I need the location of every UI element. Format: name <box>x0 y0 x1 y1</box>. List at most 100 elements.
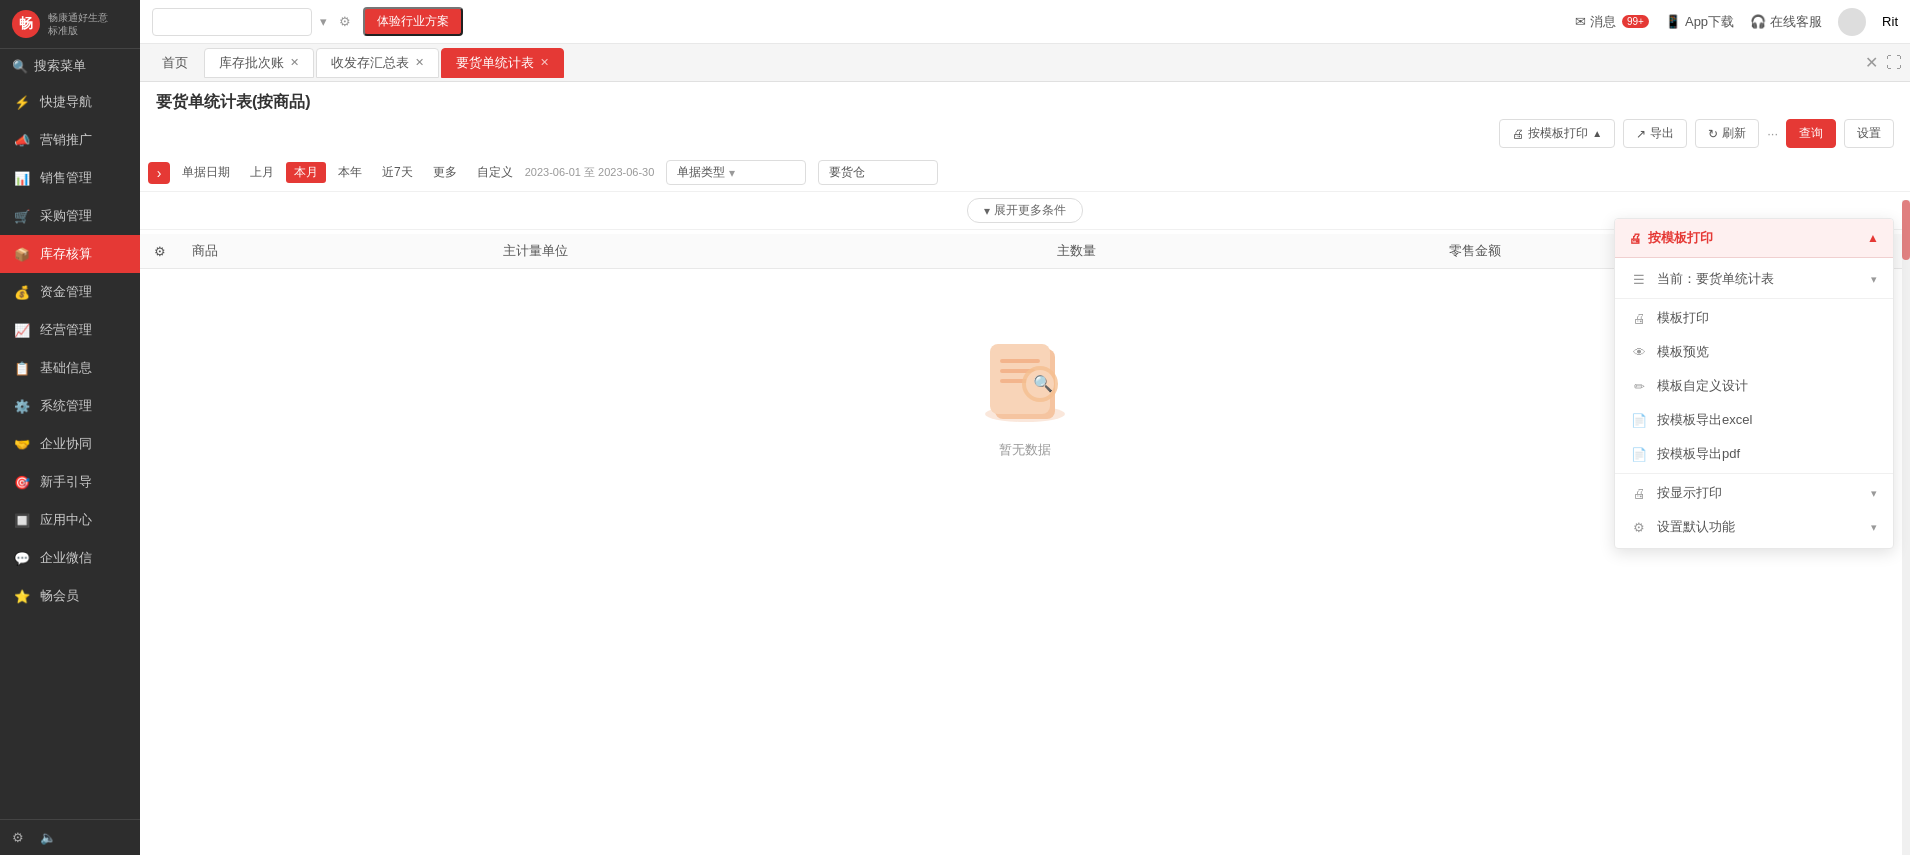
dropdown-title: 按模板打印 <box>1648 229 1713 247</box>
dropdown-item-template-print[interactable]: 🖨 模板打印 <box>1615 301 1893 335</box>
this-month-btn[interactable]: 本月 <box>286 162 326 183</box>
sidebar-item-quick-nav[interactable]: ⚡ 快捷导航 <box>0 83 140 121</box>
sidebar-item-label: 采购管理 <box>40 207 92 225</box>
tab-home-label: 首页 <box>162 54 188 72</box>
inventory-icon: 📦 <box>12 247 32 262</box>
gear-icon: ⚙ <box>1631 520 1647 535</box>
sidebar-item-sales[interactable]: 📊 销售管理 <box>0 159 140 197</box>
sidebar-item-basic[interactable]: 📋 基础信息 <box>0 349 140 387</box>
member-icon: ⭐ <box>12 589 32 604</box>
sidebar-item-label: 畅会员 <box>40 587 79 605</box>
refresh-label: 刷新 <box>1722 125 1746 142</box>
scrollbar[interactable] <box>1902 200 1910 855</box>
table-header-select[interactable]: ⚙ <box>140 234 180 269</box>
sidebar-item-purchase[interactable]: 🛒 采购管理 <box>0 197 140 235</box>
sidebar: 畅 畅康通好生意 标准版 🔍 搜索菜单 ⚡ 快捷导航 📣 营销推广 📊 销售管理… <box>0 0 140 855</box>
tab-order-stats[interactable]: 要货单统计表 ✕ <box>441 48 564 78</box>
edit-icon: ✏ <box>1631 379 1647 394</box>
item-label: 模板自定义设计 <box>1657 377 1748 395</box>
purchase-icon: 🛒 <box>12 209 32 224</box>
dropdown-item-export-pdf[interactable]: 📄 按模板导出pdf <box>1615 437 1893 471</box>
sidebar-item-app-center[interactable]: 🔲 应用中心 <box>0 501 140 539</box>
gear-icon[interactable]: ⚙ <box>339 14 351 29</box>
sidebar-item-finance[interactable]: 💰 资金管理 <box>0 273 140 311</box>
sidebar-item-member[interactable]: ⭐ 畅会员 <box>0 577 140 615</box>
scrollbar-thumb[interactable] <box>1902 200 1910 260</box>
system-icon: ⚙️ <box>12 399 32 414</box>
sidebar-item-enterprise[interactable]: 🤝 企业协同 <box>0 425 140 463</box>
search-input[interactable] <box>152 8 312 36</box>
more-options-icon[interactable]: ··· <box>1767 126 1778 141</box>
dropdown-item-set-default[interactable]: ⚙ 设置默认功能 ▾ <box>1615 510 1893 544</box>
tab-home[interactable]: 首页 <box>148 48 202 78</box>
svg-rect-3 <box>1000 359 1040 363</box>
sidebar-item-inventory[interactable]: 📦 库存核算 <box>0 235 140 273</box>
online-service-button[interactable]: 🎧 在线客服 <box>1750 13 1822 31</box>
close-icon[interactable]: ✕ <box>290 56 299 69</box>
more-btn[interactable]: 更多 <box>425 162 465 183</box>
sidebar-item-wechat[interactable]: 💬 企业微信 <box>0 539 140 577</box>
maximize-icon[interactable]: ⛶ <box>1886 54 1902 72</box>
app-center-icon: 🔲 <box>12 513 32 528</box>
sidebar-item-guide[interactable]: 🎯 新手引导 <box>0 463 140 501</box>
custom-btn[interactable]: 自定义 <box>469 162 521 183</box>
app-download-button[interactable]: 📱 App下载 <box>1665 13 1734 31</box>
this-year-btn[interactable]: 本年 <box>330 162 370 183</box>
template-print-button[interactable]: 🖨 按模板打印 ▲ <box>1499 119 1615 148</box>
settings-icon[interactable]: ⚙ <box>12 830 24 845</box>
close-icon[interactable]: ✕ <box>540 56 549 69</box>
marketing-icon: 📣 <box>12 133 32 148</box>
dropdown-item-template-preview[interactable]: 👁 模板预览 <box>1615 335 1893 369</box>
tab-inventory-batch[interactable]: 库存批次账 ✕ <box>204 48 314 78</box>
expand-more-button[interactable]: ▾ 展开更多条件 <box>967 198 1083 223</box>
quick-nav-icon: ⚡ <box>12 95 32 110</box>
empty-text: 暂无数据 <box>999 441 1051 459</box>
template-print-dropdown: 🖨 按模板打印 ▲ ☰ 当前：要货单统计表 ▾ 🖨 模板打印 <box>1614 218 1894 549</box>
dropdown-current-item[interactable]: ☰ 当前：要货单统计表 ▾ <box>1615 262 1893 296</box>
last-month-btn[interactable]: 上月 <box>242 162 282 183</box>
sidebar-logo: 畅 畅康通好生意 标准版 <box>0 0 140 49</box>
sound-icon[interactable]: 🔈 <box>40 830 56 845</box>
user-name: Rit <box>1882 14 1898 29</box>
chevron-down-icon: ▾ <box>1871 487 1877 500</box>
sidebar-item-operation[interactable]: 📈 经营管理 <box>0 311 140 349</box>
preview-icon: 👁 <box>1631 345 1647 360</box>
dropdown-item-export-excel[interactable]: 📄 按模板导出excel <box>1615 403 1893 437</box>
sidebar-item-system[interactable]: ⚙️ 系统管理 <box>0 387 140 425</box>
type-filter[interactable]: 单据类型 ▾ <box>666 160 806 185</box>
expand-filter-button[interactable]: › <box>148 162 170 184</box>
operation-icon: 📈 <box>12 323 32 338</box>
close-window-icon[interactable]: ✕ <box>1865 53 1878 72</box>
dropdown-item-display-print[interactable]: 🖨 按显示打印 ▾ <box>1615 476 1893 510</box>
tab-receipt-summary[interactable]: 收发存汇总表 ✕ <box>316 48 439 78</box>
settings-button[interactable]: 设置 <box>1844 119 1894 148</box>
table-header-unit: 主计量单位 <box>491 234 1045 269</box>
expand-down-icon: ▾ <box>984 204 990 218</box>
sidebar-search[interactable]: 🔍 搜索菜单 <box>0 49 140 83</box>
sidebar-item-label: 应用中心 <box>40 511 92 529</box>
logo-icon: 畅 <box>12 10 40 38</box>
date-label: 单据日期 <box>182 164 230 181</box>
chevron-up-icon[interactable]: ▲ <box>1867 231 1879 245</box>
trial-button[interactable]: 体验行业方案 <box>363 7 463 36</box>
dropdown-item-template-custom[interactable]: ✏ 模板自定义设计 <box>1615 369 1893 403</box>
avatar[interactable] <box>1838 8 1866 36</box>
refresh-button[interactable]: ↻ 刷新 <box>1695 119 1759 148</box>
chevron-down-icon[interactable]: ▾ <box>320 14 327 29</box>
message-button[interactable]: ✉ 消息 99+ <box>1575 13 1649 31</box>
cargo-filter[interactable]: 要货仓 <box>818 160 938 185</box>
content-area: 要货单统计表(按商品) 🖨 按模板打印 ▲ ↗ 导出 ↻ 刷新 ··· 查询 设… <box>140 82 1910 855</box>
last-7-days-btn[interactable]: 近7天 <box>374 162 421 183</box>
excel-icon: 📄 <box>1631 413 1647 428</box>
chevron-down-icon: ▾ <box>1871 273 1877 286</box>
print-icon: 🖨 <box>1631 486 1647 501</box>
close-icon[interactable]: ✕ <box>415 56 424 69</box>
export-button[interactable]: ↗ 导出 <box>1623 119 1687 148</box>
current-label: 当前：要货单统计表 <box>1657 270 1774 288</box>
sales-icon: 📊 <box>12 171 32 186</box>
query-button[interactable]: 查询 <box>1786 119 1836 148</box>
sidebar-item-label: 经营管理 <box>40 321 92 339</box>
message-label: 消息 <box>1590 13 1616 31</box>
sidebar-item-marketing[interactable]: 📣 营销推广 <box>0 121 140 159</box>
empty-icon: 🔍 <box>965 329 1085 429</box>
